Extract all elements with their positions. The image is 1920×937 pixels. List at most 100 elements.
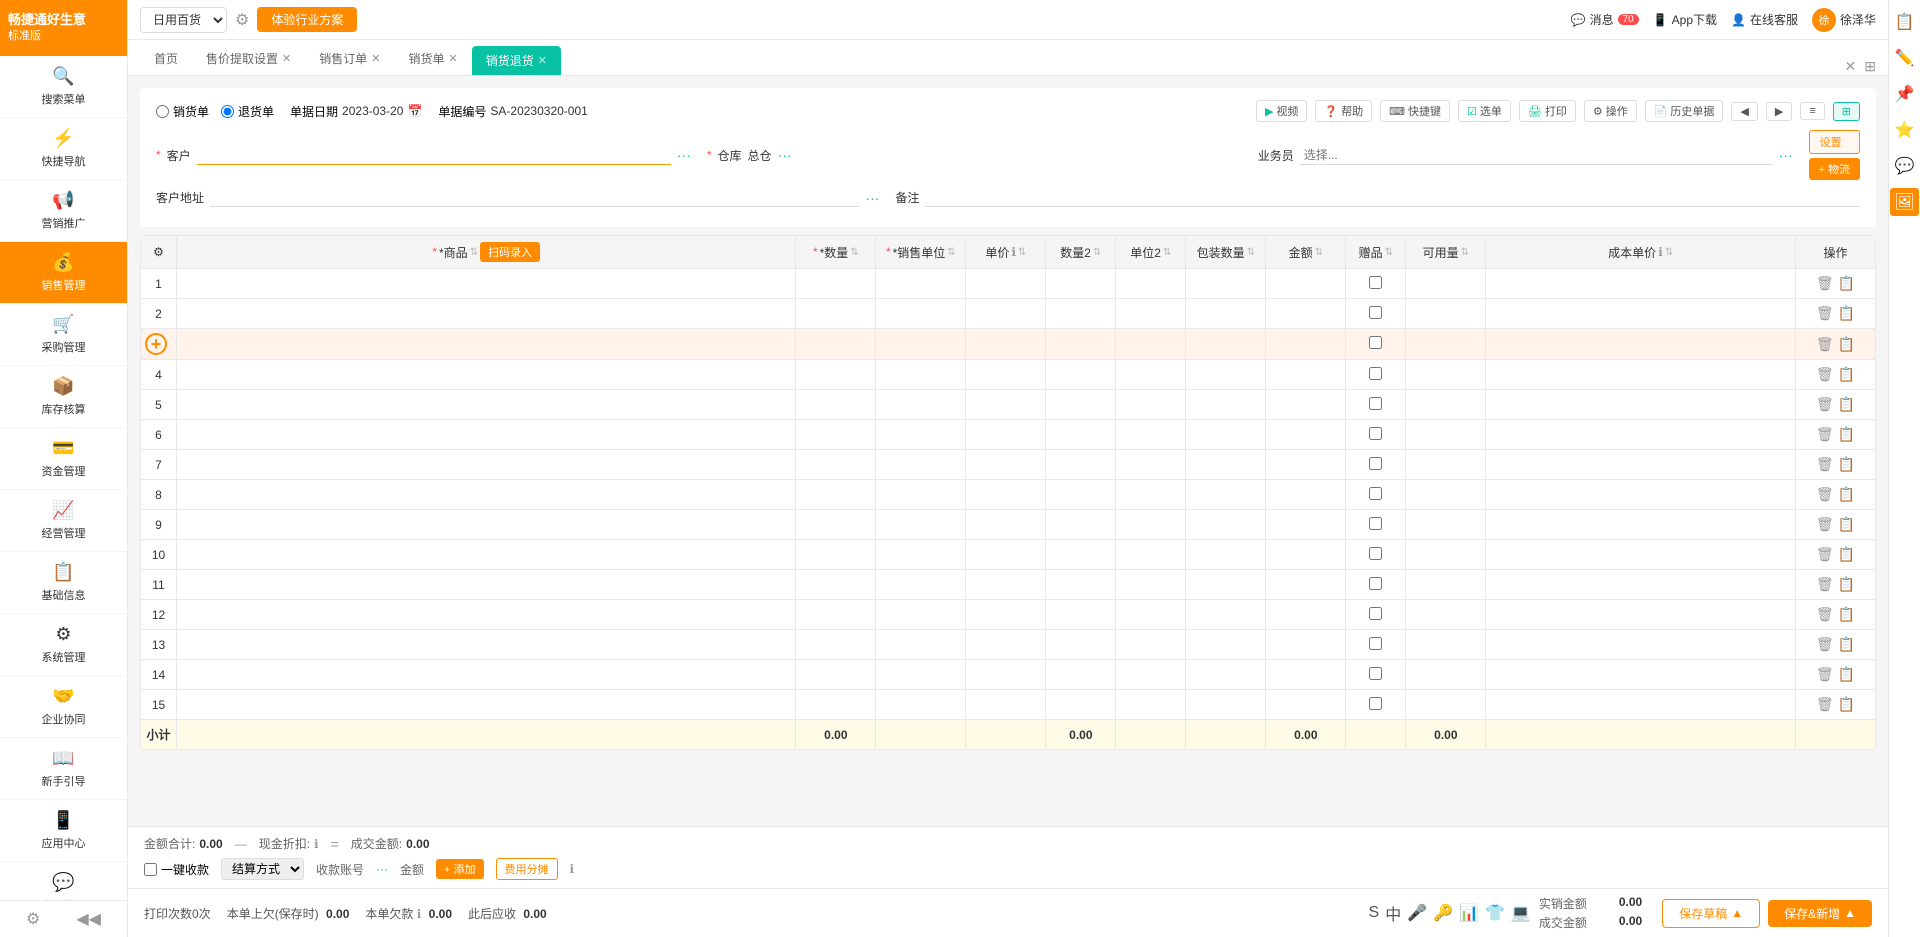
help-btn[interactable]: ❓ 帮助 xyxy=(1315,100,1372,122)
tab-price-extract[interactable]: 售价提取设置 ✕ xyxy=(192,44,305,75)
unit-cell[interactable] xyxy=(876,299,966,329)
sort-icon[interactable]: ⇅ xyxy=(947,247,955,258)
calc-method-select[interactable]: 结算方式 xyxy=(221,858,304,880)
delete-row-btn[interactable]: 🗑 xyxy=(1816,606,1834,623)
grid-view-btn[interactable]: ⊞ xyxy=(1833,102,1860,121)
sort-icon[interactable]: ⇅ xyxy=(1665,247,1673,258)
customer-input[interactable] xyxy=(197,146,671,165)
copy-row-btn[interactable]: 📋 xyxy=(1838,486,1855,503)
delete-row-btn[interactable]: 🗑 xyxy=(1816,366,1834,383)
sidebar-item-basic-info[interactable]: 📋 基础信息 xyxy=(0,552,127,614)
qty-cell[interactable] xyxy=(796,329,876,360)
tab-sales-order[interactable]: 销售订单 ✕ xyxy=(305,44,394,75)
sidebar-item-system[interactable]: ⚙ 系统管理 xyxy=(0,614,127,676)
sort-icon[interactable]: ⇅ xyxy=(1461,247,1469,258)
gift-checkbox[interactable] xyxy=(1369,367,1382,380)
delete-row-btn[interactable]: 🗑 xyxy=(1816,275,1834,292)
sidebar-item-apps[interactable]: 📱 应用中心 xyxy=(0,800,127,862)
th-gear[interactable]: ⚙ xyxy=(141,236,177,269)
sidebar-item-guide[interactable]: 📖 新手引导 xyxy=(0,738,127,800)
tab-sales-bill[interactable]: 销货单 ✕ xyxy=(394,44,471,75)
gift-cell[interactable] xyxy=(1346,329,1406,360)
tool-icon-6[interactable]: 👕 xyxy=(1485,903,1505,923)
shortcut-btn[interactable]: ⌨ 快捷键 xyxy=(1380,100,1450,122)
user-profile[interactable]: 徐 徐泽华 xyxy=(1812,8,1876,32)
unit-cell[interactable] xyxy=(876,329,966,360)
right-panel-image-icon[interactable]: 🖼 xyxy=(1890,188,1918,216)
product-input[interactable] xyxy=(181,337,791,351)
gift-checkbox[interactable] xyxy=(1369,336,1382,349)
amount-cell[interactable] xyxy=(1266,269,1346,299)
online-service-item[interactable]: 👤 在线客服 xyxy=(1731,11,1798,28)
save-draft-btn[interactable]: 保存草稿 ▲ xyxy=(1662,899,1760,928)
add-row-btn[interactable]: + xyxy=(145,333,167,355)
list-view-btn[interactable]: ≡ xyxy=(1800,102,1824,120)
tab-home[interactable]: 首页 xyxy=(140,44,192,75)
delete-row-btn[interactable]: 🗑 xyxy=(1816,426,1834,443)
topbar-gear-icon[interactable]: ⚙ xyxy=(235,10,249,30)
price-info-icon[interactable]: ℹ xyxy=(1011,245,1016,259)
product-cell[interactable] xyxy=(177,299,796,329)
gift-checkbox[interactable] xyxy=(1369,457,1382,470)
debt-info-icon[interactable]: ℹ xyxy=(417,907,422,921)
right-panel-notes-icon[interactable]: 📋 xyxy=(1891,8,1919,36)
available-cell[interactable] xyxy=(1406,329,1486,360)
address-input[interactable] xyxy=(210,188,859,207)
right-panel-edit-icon[interactable]: ✏️ xyxy=(1891,44,1919,72)
copy-row-btn[interactable]: 📋 xyxy=(1838,305,1855,322)
copy-row-btn[interactable]: 📋 xyxy=(1838,366,1855,383)
delete-row-btn[interactable]: 🗑 xyxy=(1816,396,1834,413)
tool-icon-5[interactable]: 📊 xyxy=(1459,903,1479,923)
price-cell[interactable] xyxy=(966,299,1046,329)
copy-row-btn[interactable]: 📋 xyxy=(1838,516,1855,533)
category-select[interactable]: 日用百货 xyxy=(140,7,227,33)
copy-row-btn[interactable]: 📋 xyxy=(1838,546,1855,563)
tab-close-icon[interactable]: ✕ xyxy=(282,52,291,65)
sidebar-item-finance[interactable]: 💳 资金管理 xyxy=(0,428,127,490)
radio-sale-input[interactable] xyxy=(156,105,169,118)
one-click-payment[interactable]: 一键收款 xyxy=(144,861,209,878)
right-panel-chat-icon[interactable]: 💬 xyxy=(1891,152,1919,180)
gift-checkbox[interactable] xyxy=(1369,637,1382,650)
sidebar-item-sales[interactable]: 💰 销售管理 xyxy=(0,242,127,304)
unit-cell[interactable] xyxy=(876,269,966,299)
right-panel-pin-icon[interactable]: 📌 xyxy=(1891,80,1919,108)
right-panel-star-icon[interactable]: ⭐ xyxy=(1891,116,1919,144)
delete-row-btn[interactable]: 🗑 xyxy=(1816,456,1834,473)
radio-sale-bill[interactable]: 销货单 xyxy=(156,103,209,120)
available-cell[interactable] xyxy=(1406,299,1486,329)
remark-input[interactable] xyxy=(925,188,1860,207)
amount-cell[interactable] xyxy=(1266,329,1346,360)
gift-checkbox[interactable] xyxy=(1369,517,1382,530)
gift-checkbox[interactable] xyxy=(1369,667,1382,680)
sidebar-item-search[interactable]: 🔍 搜索菜单 xyxy=(0,56,127,118)
delete-row-btn[interactable]: 🗑 xyxy=(1816,546,1834,563)
address-dots-btn[interactable]: ··· xyxy=(865,190,879,206)
amount-cell[interactable] xyxy=(1266,299,1346,329)
gift-checkbox[interactable] xyxy=(1369,487,1382,500)
print-btn[interactable]: 🖨 打印 xyxy=(1519,100,1576,122)
copy-row-btn[interactable]: 📋 xyxy=(1838,576,1855,593)
cost-info-icon[interactable]: ℹ xyxy=(1658,245,1663,259)
sort-icon[interactable]: ⇅ xyxy=(1093,247,1101,258)
copy-row-btn[interactable]: 📋 xyxy=(1838,275,1855,292)
save-new-btn[interactable]: 保存&新增 ▲ xyxy=(1768,900,1872,927)
radio-return-input[interactable] xyxy=(221,105,234,118)
delete-row-btn[interactable]: 🗑 xyxy=(1816,336,1834,353)
copy-row-btn[interactable]: 📋 xyxy=(1838,396,1855,413)
qty2-cell[interactable] xyxy=(1046,269,1116,299)
pack-qty-cell[interactable] xyxy=(1186,269,1266,299)
customer-dots-btn[interactable]: ··· xyxy=(677,147,691,163)
unit2-cell[interactable] xyxy=(1116,329,1186,360)
cost-price-cell[interactable] xyxy=(1486,299,1796,329)
sidebar-item-wechat[interactable]: 💬 企业微信 xyxy=(0,862,127,900)
unit2-cell[interactable] xyxy=(1116,299,1186,329)
gift-cell[interactable] xyxy=(1346,299,1406,329)
sort-icon[interactable]: ⇅ xyxy=(1385,247,1393,258)
sidebar-item-inventory[interactable]: 📦 库存核算 xyxy=(0,366,127,428)
staff-dots-btn[interactable]: ··· xyxy=(1779,147,1793,163)
add-charge-btn[interactable]: + 添加 xyxy=(436,859,483,879)
tab-close-active-icon[interactable]: ✕ xyxy=(538,54,547,67)
sort-icon[interactable]: ⇅ xyxy=(1018,247,1026,258)
gift-cell[interactable] xyxy=(1346,269,1406,299)
